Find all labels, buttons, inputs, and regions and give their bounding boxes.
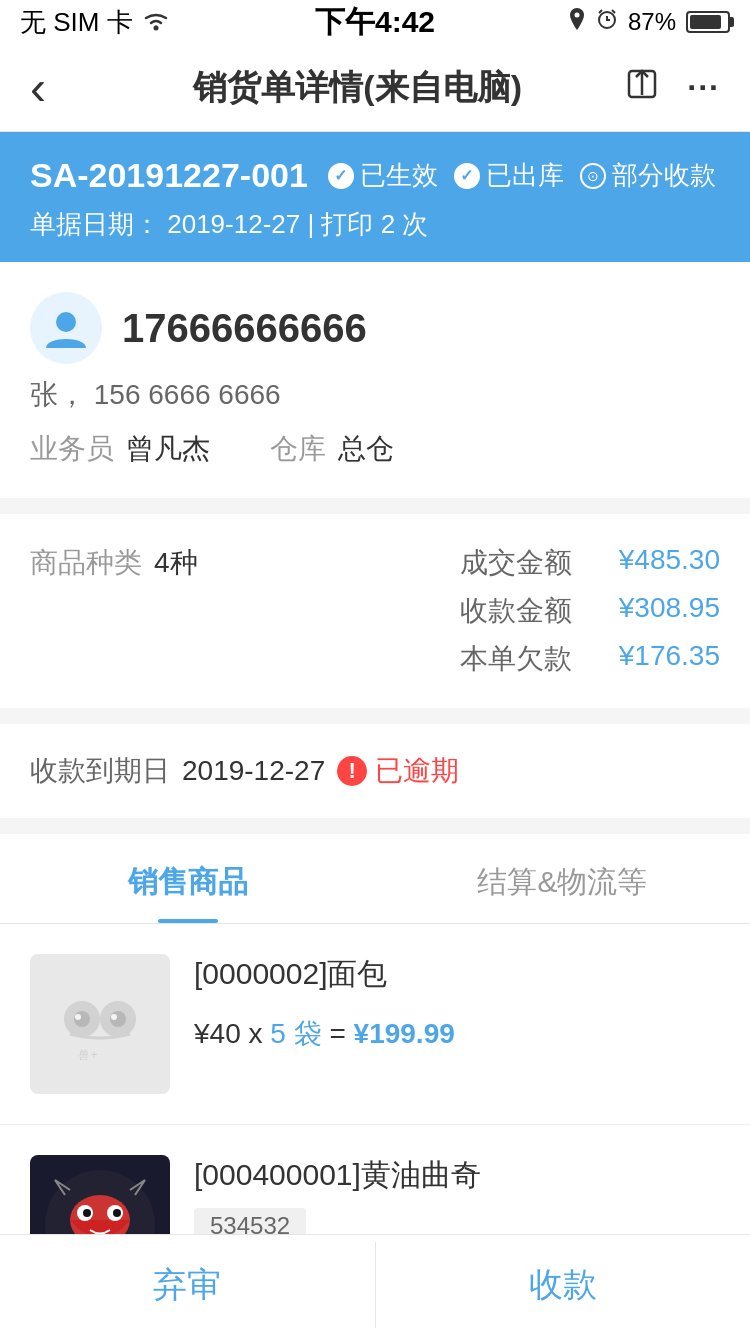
svg-point-4 [56, 312, 76, 332]
due-label: 收款到期日 [30, 752, 170, 790]
deal-amount: ¥485.30 [619, 544, 720, 582]
status-left: 无 SIM 卡 [20, 5, 171, 40]
nav-actions: ··· [625, 67, 720, 109]
tab-products[interactable]: 销售商品 [0, 834, 375, 923]
category-value: 4种 [154, 544, 198, 582]
product-price-row-1: ¥40 x 5 袋 = ¥199.99 [194, 1015, 720, 1053]
nav-bar: ‹ 销货单详情(来自电脑) ··· [0, 44, 750, 132]
unit-1: 袋 [294, 1018, 322, 1049]
collected-row: 收款金额 ¥308.95 [460, 592, 720, 630]
badges-row: ✓ 已生效 ✓ 已出库 ⊙ 部分收款 [328, 158, 716, 193]
tabs-section: 销售商品 结算&物流等 [0, 834, 750, 924]
overdue-badge: ! 已逾期 [337, 752, 459, 790]
alarm-icon [596, 8, 618, 36]
deal-amount-row: 成交金额 ¥485.30 [460, 544, 720, 582]
badge-activated: ✓ 已生效 [328, 158, 438, 193]
overdue-dot: ! [337, 756, 367, 786]
product-item-1: 兽+ [0000002]面包 ¥40 x 5 袋 = ¥199.99 [0, 924, 750, 1125]
order-date: 2019-12-27 [167, 209, 300, 239]
order-id: SA-20191227-001 [30, 156, 308, 195]
check-circle-2: ✓ [454, 163, 480, 189]
customer-name-row: 张， 156 6666 6666 [30, 376, 720, 414]
bottom-bar: 弃审 收款 [0, 1234, 750, 1334]
badge-shipped: ✓ 已出库 [454, 158, 564, 193]
header-banner: SA-20191227-001 ✓ 已生效 ✓ 已出库 ⊙ 部分收款 [0, 132, 750, 262]
status-right: 87% [568, 7, 730, 37]
battery-text: 87% [628, 8, 676, 36]
collected-amount: ¥308.95 [619, 592, 720, 630]
back-icon: ‹ [30, 61, 46, 114]
owed-row: 本单欠款 ¥176.35 [460, 640, 720, 678]
collected-label: 收款金额 [460, 592, 572, 630]
customer-phone: 17666666666 [122, 306, 367, 351]
badge-partial: ⊙ 部分收款 [580, 158, 716, 193]
svg-point-10 [111, 1014, 117, 1020]
svg-point-0 [153, 25, 158, 30]
customer-section: 17666666666 张， 156 6666 6666 业务员 曾凡杰 仓库 … [0, 262, 750, 498]
owed-amount: ¥176.35 [619, 640, 720, 678]
battery-icon [686, 11, 730, 33]
date-label: 单据日期： [30, 209, 160, 239]
customer-alt-phone: 156 6666 6666 [94, 379, 281, 410]
due-date-section: 收款到期日 2019-12-27 ! 已逾期 [0, 724, 750, 818]
divider-3 [0, 818, 750, 834]
tab-settlement[interactable]: 结算&物流等 [375, 834, 750, 923]
more-icon[interactable]: ··· [687, 69, 720, 106]
total-1: ¥199.99 [354, 1018, 455, 1049]
warehouse-label: 仓库 [270, 430, 326, 468]
svg-point-17 [113, 1209, 121, 1217]
collect-payment-button[interactable]: 收款 [376, 1242, 751, 1328]
avatar [30, 292, 102, 364]
product-name-2: [000400001]黄油曲奇 [194, 1155, 720, 1196]
deal-label: 成交金额 [460, 544, 572, 582]
meta-sales: 业务员 曾凡杰 [30, 430, 210, 468]
divider-1 [0, 498, 750, 514]
cancel-review-button[interactable]: 弃审 [0, 1242, 376, 1328]
product-info-1: [0000002]面包 ¥40 x 5 袋 = ¥199.99 [194, 954, 720, 1053]
share-icon[interactable] [625, 67, 659, 109]
check-circle-1: ✓ [328, 163, 354, 189]
back-button[interactable]: ‹ [30, 64, 90, 112]
qty-1: 5 [270, 1018, 286, 1049]
print-info: | 打印 2 次 [307, 209, 428, 239]
category-info: 商品种类 4种 [30, 544, 198, 582]
tabs-row: 销售商品 结算&物流等 [0, 834, 750, 924]
due-date: 2019-12-27 [182, 755, 325, 787]
product-thumb-1: 兽+ [30, 954, 170, 1094]
status-bar: 无 SIM 卡 下午4:42 87% [0, 0, 750, 44]
owed-label: 本单欠款 [460, 640, 572, 678]
banner-date-row: 单据日期： 2019-12-27 | 打印 2 次 [30, 207, 720, 242]
status-time: 下午4:42 [315, 2, 435, 43]
wifi-icon [141, 7, 171, 38]
sales-label: 业务员 [30, 430, 114, 468]
category-label: 商品种类 [30, 544, 142, 582]
clock-circle: ⊙ [580, 163, 606, 189]
svg-point-1 [574, 13, 579, 18]
overdue-text: 已逾期 [375, 752, 459, 790]
summary-section: 商品种类 4种 成交金额 ¥485.30 收款金额 ¥308.95 本单欠款 ¥… [0, 514, 750, 708]
divider-2 [0, 708, 750, 724]
nav-title: 销货单详情(来自电脑) [193, 65, 522, 111]
customer-meta: 业务员 曾凡杰 仓库 总仓 [30, 430, 720, 468]
summary-row: 商品种类 4种 成交金额 ¥485.30 收款金额 ¥308.95 本单欠款 ¥… [30, 544, 720, 678]
warehouse-name: 总仓 [338, 430, 394, 468]
price-1: ¥40 [194, 1018, 241, 1049]
location-icon [568, 7, 586, 37]
sales-name: 曾凡杰 [126, 430, 210, 468]
carrier-text: 无 SIM 卡 [20, 5, 133, 40]
customer-name: 张， [30, 379, 86, 410]
svg-point-9 [75, 1014, 81, 1020]
amounts-col: 成交金额 ¥485.30 收款金额 ¥308.95 本单欠款 ¥176.35 [460, 544, 720, 678]
customer-top-row: 17666666666 [30, 292, 720, 364]
svg-point-16 [83, 1209, 91, 1217]
svg-text:兽+: 兽+ [78, 1048, 97, 1062]
banner-top-row: SA-20191227-001 ✓ 已生效 ✓ 已出库 ⊙ 部分收款 [30, 156, 720, 195]
meta-warehouse: 仓库 总仓 [270, 430, 394, 468]
product-name-1: [0000002]面包 [194, 954, 720, 995]
